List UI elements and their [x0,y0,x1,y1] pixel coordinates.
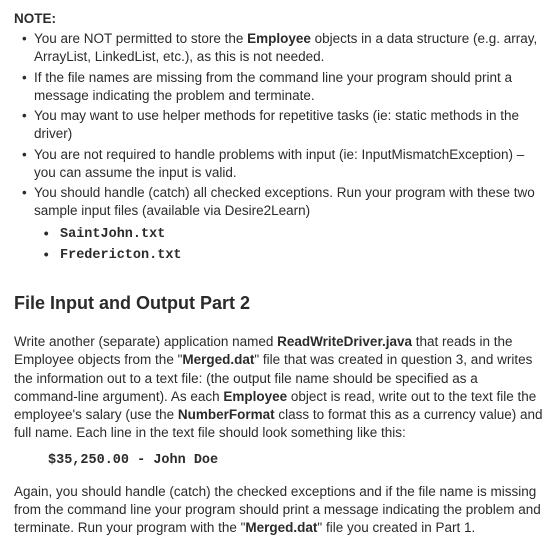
paragraph: Again, you should handle (catch) the che… [14,483,545,538]
note-heading: NOTE: [14,10,545,28]
text: Write another (separate) application nam… [14,334,277,349]
employee-term: Employee [223,389,287,404]
paragraph: Write another (separate) application nam… [14,333,545,442]
app-name: ReadWriteDriver.java [277,334,412,349]
list-item: You should handle (catch) all checked ex… [22,184,545,220]
text: " file you created in Part 1. [317,520,475,535]
list-item: If the file names are missing from the c… [22,69,545,105]
file-list: SaintJohn.txt Fredericton.txt [14,226,545,264]
numberformat-term: NumberFormat [178,407,275,422]
list-item: You are not required to handle problems … [22,146,545,182]
text: You are NOT permitted to store the [34,31,247,46]
list-item: You may want to use helper methods for r… [22,107,545,143]
employee-term: Employee [247,31,311,46]
merged-file: Merged.dat [245,520,317,535]
file-item: Fredericton.txt [42,247,545,265]
note-list: You are NOT permitted to store the Emplo… [14,30,545,220]
section-heading: File Input and Output Part 2 [14,291,545,315]
sample-output: $35,250.00 - John Doe [48,452,545,470]
file-item: SaintJohn.txt [42,226,545,244]
list-item: You are NOT permitted to store the Emplo… [22,30,545,66]
merged-file: Merged.dat [182,352,254,367]
